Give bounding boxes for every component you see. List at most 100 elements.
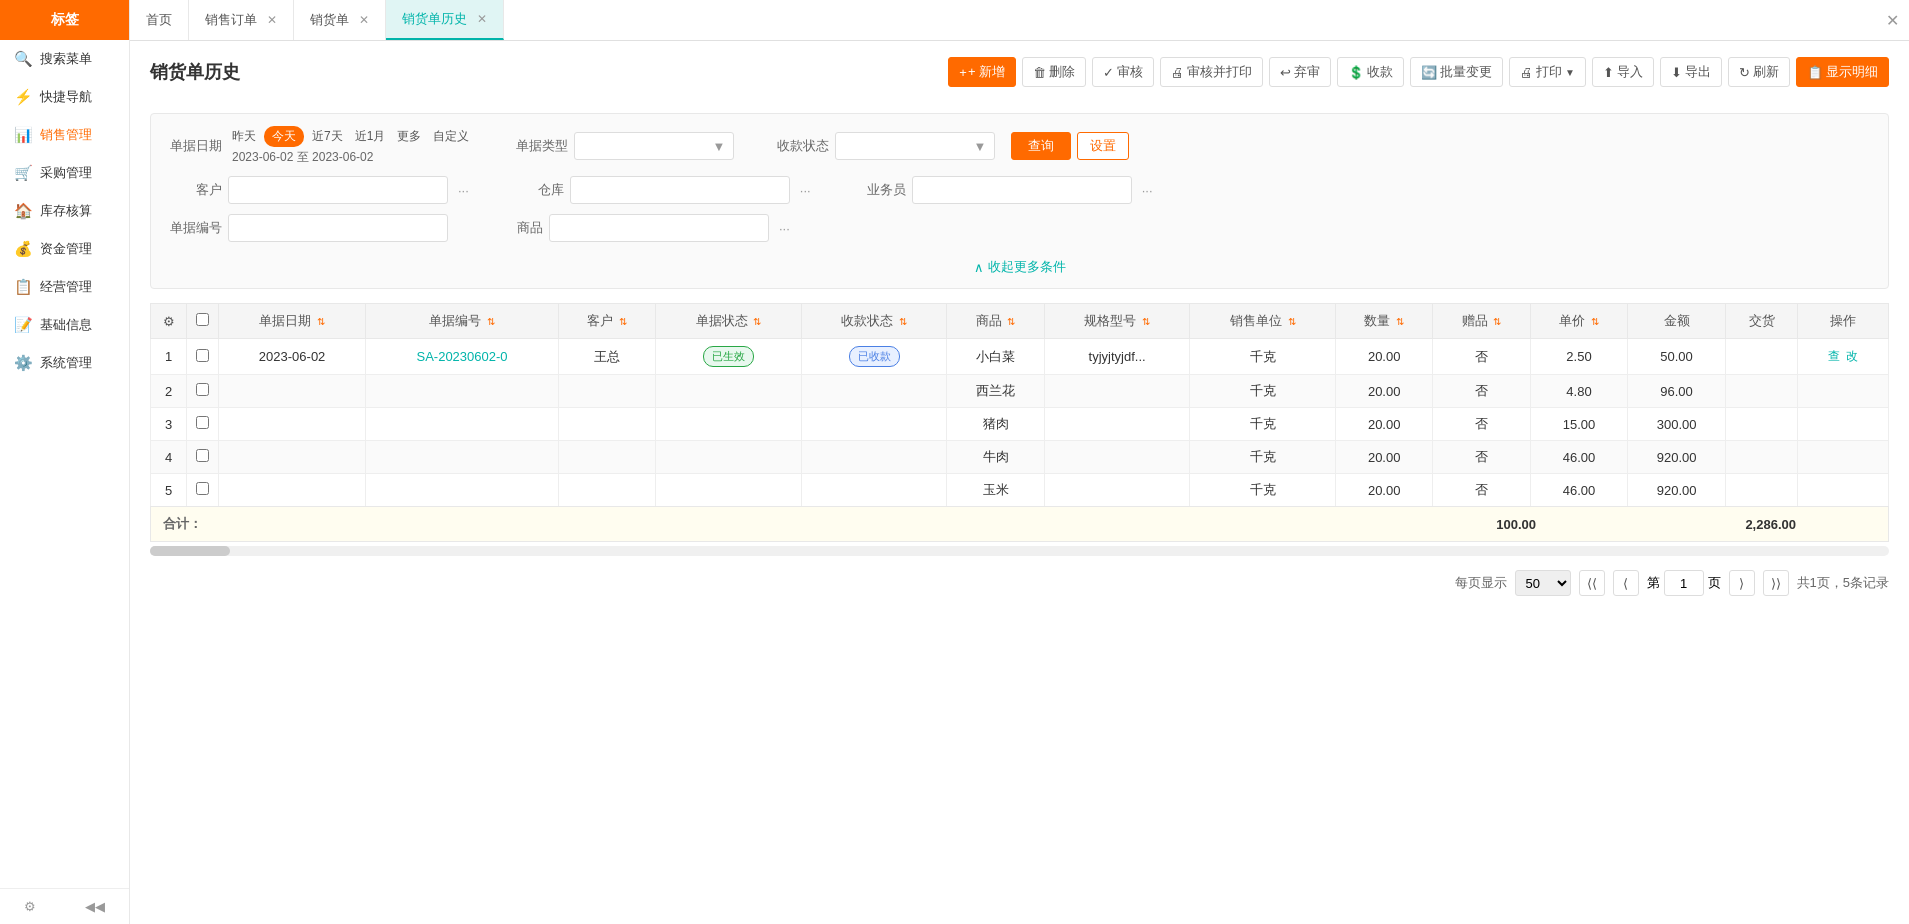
sidebar-item-sales-mgmt[interactable]: 📊 销售管理	[0, 116, 129, 154]
staff-dots[interactable]: ···	[1142, 183, 1153, 198]
cell-checkbox[interactable]	[187, 474, 219, 507]
page-number-input[interactable]	[1664, 570, 1704, 596]
refresh-button[interactable]: ↻ 刷新	[1728, 57, 1790, 87]
tab-sales-order-close[interactable]: ✕	[267, 13, 277, 27]
row-checkbox[interactable]	[196, 416, 209, 429]
filter-doc-type-select[interactable]: ▼	[574, 132, 734, 160]
row-checkbox[interactable]	[196, 482, 209, 495]
tab-sales-history-close[interactable]: ✕	[477, 12, 487, 26]
col-customer[interactable]: 客户 ⇅	[558, 304, 655, 339]
date-shortcuts: 昨天 今天 近7天 近1月 更多 自定义	[228, 126, 473, 147]
sidebar-item-quick-nav[interactable]: ⚡ 快捷导航	[0, 78, 129, 116]
cell-checkbox[interactable]	[187, 441, 219, 474]
filter-warehouse-input[interactable]	[570, 176, 790, 204]
col-transaction[interactable]: 交货	[1725, 304, 1797, 339]
tab-sales-order[interactable]: 销售订单 ✕	[189, 0, 294, 40]
col-doc-status[interactable]: 单据状态 ⇅	[656, 304, 802, 339]
export-button[interactable]: ⬇ 导出	[1660, 57, 1722, 87]
audit-button[interactable]: ✓ 审核	[1092, 57, 1154, 87]
col-amount[interactable]: 金额	[1628, 304, 1726, 339]
filter-doc-no-input[interactable]	[228, 214, 448, 242]
col-qty[interactable]: 数量 ⇅	[1335, 304, 1432, 339]
cell-checkbox[interactable]	[187, 339, 219, 375]
abandon-button[interactable]: ↩ 弃审	[1269, 57, 1331, 87]
new-icon: +	[959, 65, 967, 80]
view-action-link[interactable]: 查	[1828, 349, 1840, 363]
shortcut-custom[interactable]: 自定义	[429, 126, 473, 147]
tab-home[interactable]: 首页	[130, 0, 189, 40]
audit-print-button[interactable]: 🖨 审核并打印	[1160, 57, 1263, 87]
collapse-filter-button[interactable]: ∧ 收起更多条件	[167, 252, 1872, 276]
shortcut-7days[interactable]: 近7天	[308, 126, 347, 147]
query-button[interactable]: 查询	[1011, 132, 1071, 160]
sidebar-settings-icon[interactable]: ⚙	[24, 899, 36, 914]
new-button[interactable]: + + 新增	[948, 57, 1016, 87]
cell-checkbox[interactable]	[187, 375, 219, 408]
tab-sales-history[interactable]: 销货单历史 ✕	[386, 0, 504, 40]
customer-dots[interactable]: ···	[458, 183, 469, 198]
col-collect-status[interactable]: 收款状态 ⇅	[801, 304, 947, 339]
col-sales-unit[interactable]: 销售单位 ⇅	[1190, 304, 1336, 339]
scroll-thumb[interactable]	[150, 546, 230, 556]
import-button[interactable]: ⬆ 导入	[1592, 57, 1654, 87]
shortcut-yesterday[interactable]: 昨天	[228, 126, 260, 147]
col-settings[interactable]: ⚙	[151, 304, 187, 339]
row-checkbox[interactable]	[196, 449, 209, 462]
sidebar-item-inventory-calc[interactable]: 🏠 库存核算	[0, 192, 129, 230]
delete-button[interactable]: 🗑 删除	[1022, 57, 1086, 87]
first-page-button[interactable]: ⟨⟨	[1579, 570, 1605, 596]
collect-icon: 💲	[1348, 65, 1364, 80]
cell-qty: 20.00	[1335, 408, 1432, 441]
col-goods[interactable]: 商品 ⇅	[947, 304, 1044, 339]
doc-no-link[interactable]: SA-20230602-0	[416, 349, 507, 364]
cell-action	[1798, 375, 1889, 408]
doc-type-dropdown-icon: ▼	[713, 139, 726, 154]
shortcut-today[interactable]: 今天	[264, 126, 304, 147]
shortcut-1month[interactable]: 近1月	[351, 126, 390, 147]
col-doc-date[interactable]: 单据日期 ⇅	[219, 304, 366, 339]
cell-action	[1798, 408, 1889, 441]
sidebar-item-basic-info[interactable]: 📝 基础信息	[0, 306, 129, 344]
tab-bar-close-all[interactable]: ✕	[1886, 11, 1909, 30]
col-checkbox[interactable]	[187, 304, 219, 339]
horizontal-scrollbar[interactable]	[150, 546, 1889, 556]
col-doc-no[interactable]: 单据编号 ⇅	[366, 304, 559, 339]
sidebar-item-sys-mgmt[interactable]: ⚙️ 系统管理	[0, 344, 129, 382]
select-all-checkbox[interactable]	[196, 313, 209, 326]
sidebar-collapse-icon[interactable]: ◀◀	[85, 899, 105, 914]
cell-checkbox[interactable]	[187, 408, 219, 441]
row-checkbox[interactable]	[196, 349, 209, 362]
cell-sales-unit: 千克	[1190, 408, 1336, 441]
collect-button[interactable]: 💲 收款	[1337, 57, 1404, 87]
prev-page-button[interactable]: ⟨	[1613, 570, 1639, 596]
filter-goods-input[interactable]	[549, 214, 769, 242]
edit-action-link[interactable]: 改	[1846, 349, 1858, 363]
sidebar-item-search-menu[interactable]: 🔍 搜索菜单	[0, 40, 129, 78]
next-page-button[interactable]: ⟩	[1729, 570, 1755, 596]
filter-staff-input[interactable]	[912, 176, 1132, 204]
print-button[interactable]: 🖨 打印 ▼	[1509, 57, 1586, 87]
delete-icon: 🗑	[1033, 65, 1046, 80]
filter-customer-input[interactable]	[228, 176, 448, 204]
filter-collect-status-select[interactable]: ▼	[835, 132, 995, 160]
col-gift[interactable]: 赠品 ⇅	[1433, 304, 1530, 339]
sidebar-item-fund-mgmt[interactable]: 💰 资金管理	[0, 230, 129, 268]
batch-change-button[interactable]: 🔄 批量变更	[1410, 57, 1503, 87]
goods-dots[interactable]: ···	[779, 221, 790, 236]
show-detail-button[interactable]: 📋 显示明细	[1796, 57, 1889, 87]
last-page-button[interactable]: ⟩⟩	[1763, 570, 1789, 596]
sidebar-item-ops-mgmt[interactable]: 📋 经营管理	[0, 268, 129, 306]
per-page-select[interactable]: 50 100 200	[1515, 570, 1571, 596]
warehouse-dots[interactable]: ···	[800, 183, 811, 198]
shortcut-more[interactable]: 更多	[393, 126, 425, 147]
settings-button[interactable]: 设置	[1077, 132, 1129, 160]
sidebar-item-purchase-mgmt[interactable]: 🛒 采购管理	[0, 154, 129, 192]
tab-sales-goods[interactable]: 销货单 ✕	[294, 0, 386, 40]
col-unit-price[interactable]: 单价 ⇅	[1530, 304, 1627, 339]
filter-area: 单据日期 昨天 今天 近7天 近1月 更多 自定义 2023-06-02 至 2…	[150, 113, 1889, 289]
row-checkbox[interactable]	[196, 383, 209, 396]
sort-sales-unit-icon: ⇅	[1288, 316, 1296, 327]
tab-sales-goods-close[interactable]: ✕	[359, 13, 369, 27]
col-spec[interactable]: 规格型号 ⇅	[1044, 304, 1190, 339]
cell-spec	[1044, 474, 1190, 507]
